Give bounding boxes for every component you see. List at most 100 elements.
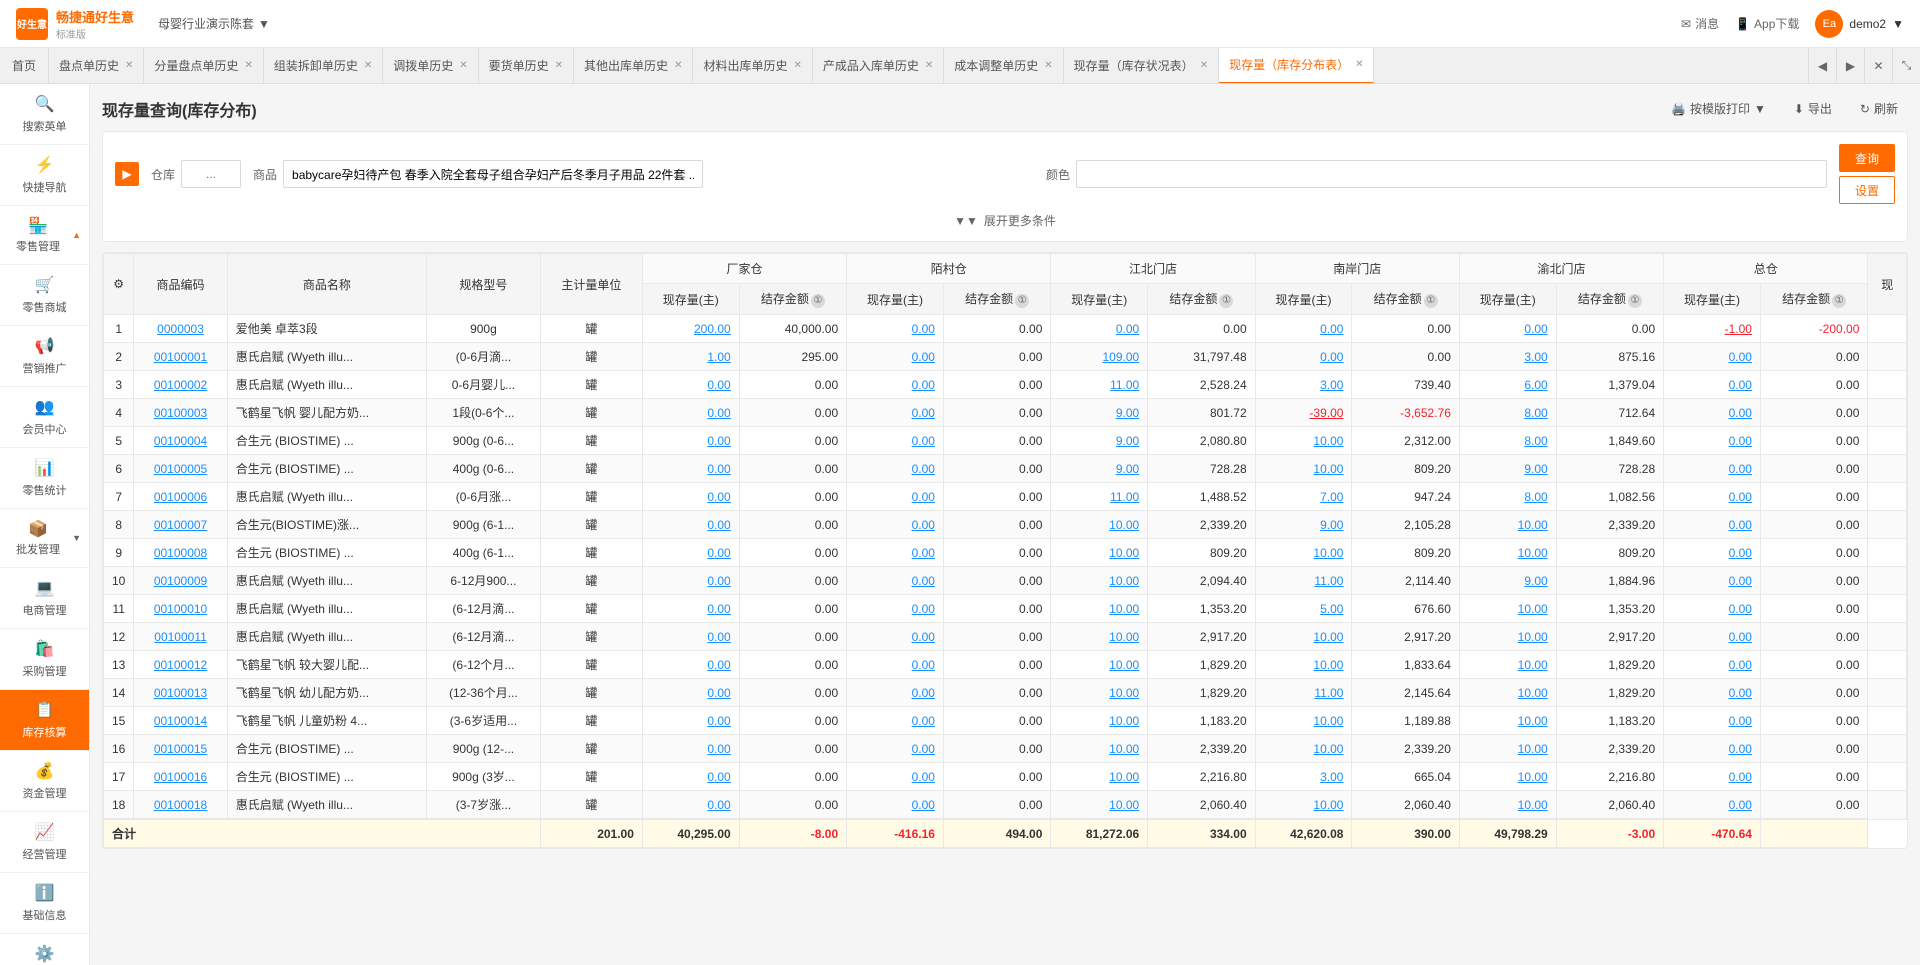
goods-input[interactable] — [283, 160, 703, 188]
tab-qtck[interactable]: 其他出库单历史 ✕ — [574, 48, 693, 84]
tab-expand-btn[interactable]: ⤡ — [1892, 48, 1920, 84]
sidebar-retail-stats-label: 零售统计 — [23, 482, 67, 498]
color-input[interactable] — [1076, 160, 1827, 188]
sidebar-item-quicknav[interactable]: ⚡ 快捷导航 — [0, 145, 89, 206]
sidebar-item-retail-mgmt[interactable]: 🏪 零售管理 ▲ — [0, 206, 89, 265]
th-mc-amt: 结存金额① — [943, 284, 1050, 315]
sidebar-basic-info-label: 基础信息 — [23, 907, 67, 923]
sidebar-item-members[interactable]: 👥 会员中心 — [0, 387, 89, 448]
table-row: 600100005合生元 (BIOSTIME) ...400g (0-6...罐… — [104, 455, 1907, 483]
th-jb-amt: 结存金额① — [1148, 284, 1255, 315]
tab-close-all-btn[interactable]: ✕ — [1864, 48, 1892, 84]
table-row: 200100001惠氏启赋 (Wyeth illu...(0-6月滴...罐1.… — [104, 343, 1907, 371]
tab-close-fpdd[interactable]: ✕ — [244, 60, 252, 71]
tab-clck[interactable]: 材料出库单历史 ✕ — [693, 48, 812, 84]
sidebar-item-retail-stats[interactable]: 📊 零售统计 — [0, 448, 89, 509]
export-btn[interactable]: ⬇ 导出 — [1784, 96, 1842, 121]
th-yb-store: 渝北门店 — [1459, 254, 1663, 284]
ecommerce-icon: 💻 — [35, 578, 55, 598]
table-row: 500100004合生元 (BIOSTIME) ...900g (0-6...罐… — [104, 427, 1907, 455]
th-zc-qty: 现存量(主) — [1664, 284, 1761, 315]
sidebar-item-operations[interactable]: 📈 经营管理 — [0, 812, 89, 873]
tab-nav-btns: ◀ ▶ ✕ ⤡ — [1808, 48, 1920, 84]
jb-amt-info[interactable]: ① — [1219, 294, 1233, 308]
quicknav-icon: ⚡ — [35, 155, 55, 175]
sidebar-item-system[interactable]: ⚙️ 系统管理 — [0, 934, 89, 965]
sidebar-item-inventory[interactable]: 📋 库存核算 — [0, 690, 89, 751]
tab-cbtz[interactable]: 成本调整单历史 ✕ — [944, 48, 1063, 84]
search-expand-btn[interactable]: ▶ — [115, 162, 139, 186]
yb-amt-info[interactable]: ① — [1628, 294, 1642, 308]
header-right: ✉ 消息 📱 App下载 查询 Ea demo2 ▼ — [1681, 10, 1904, 38]
sidebar-item-search[interactable]: 🔍 搜索英单 — [0, 84, 89, 145]
tab-close-kcqk[interactable]: ✕ — [1200, 60, 1208, 71]
tab-close-cbtz[interactable]: ✕ — [1044, 60, 1052, 71]
search-area: ▶ 仓库 商品 颜色 查询 设置 ▼▼ — [102, 131, 1908, 242]
tab-close-kcfb[interactable]: ✕ — [1355, 59, 1363, 70]
tab-next-btn[interactable]: ▶ — [1836, 48, 1864, 84]
page-title: 现存量查询(库存分布) — [102, 97, 257, 121]
th-yb-qty: 现存量(主) — [1459, 284, 1556, 315]
sidebar-item-retail-shop[interactable]: 🛒 零售商城 — [0, 265, 89, 326]
tab-close-pdd[interactable]: ✕ — [125, 60, 133, 71]
goods-field: 商品 — [253, 160, 1034, 188]
tab-close-ccrk[interactable]: ✕ — [925, 60, 933, 71]
expand-conditions-row[interactable]: ▼▼ 展开更多条件 — [115, 204, 1895, 229]
zc-amt-info[interactable]: ① — [1832, 294, 1846, 308]
sidebar-wholesale-label: 批发管理 — [16, 541, 60, 557]
tab-kcfb[interactable]: 现存量（库存分布表） ✕ — [1219, 48, 1374, 84]
retail-mgmt-icon: 🏪 — [28, 216, 48, 236]
sidebar-ecommerce-label: 电商管理 — [23, 602, 67, 618]
tab-pdd[interactable]: 盘点单历史 ✕ — [49, 48, 144, 84]
tab-close-dbod[interactable]: ✕ — [459, 60, 467, 71]
tab-close-clck[interactable]: ✕ — [793, 60, 801, 71]
search-btn[interactable]: 查询 — [1839, 144, 1895, 172]
tab-zzcx[interactable]: 组装拆卸单历史 ✕ — [264, 48, 383, 84]
tab-ccrk[interactable]: 产成品入库单历史 ✕ — [813, 48, 944, 84]
refresh-btn[interactable]: ↻ 刷新 — [1850, 96, 1908, 121]
setting-btn[interactable]: 设置 — [1839, 176, 1895, 204]
cy-amt-info[interactable]: ① — [811, 294, 825, 308]
sidebar-item-purchase[interactable]: 🛍️ 采购管理 — [0, 629, 89, 690]
app-icon: 📱 — [1735, 17, 1750, 31]
table-row: 700100006惠氏启赋 (Wyeth illu...(0-6月涨...罐0.… — [104, 483, 1907, 511]
app-download-btn[interactable]: 📱 App下载 — [1735, 15, 1799, 32]
user-area[interactable]: 查询 Ea demo2 ▼ — [1815, 10, 1904, 38]
sidebar-members-label: 会员中心 — [23, 421, 67, 437]
tab-close-zzcx[interactable]: ✕ — [364, 60, 372, 71]
tab-kcqk[interactable]: 现存量（库存状况表） ✕ — [1064, 48, 1219, 84]
print-btn[interactable]: 🖨️ 按模版打印 ▼ — [1661, 96, 1776, 121]
tab-dbod[interactable]: 调拨单历史 ✕ — [383, 48, 478, 84]
sidebar-finance-label: 资金管理 — [23, 785, 67, 801]
expand-label: 展开更多条件 — [984, 212, 1056, 229]
warehouse-input[interactable] — [181, 160, 241, 188]
system-icon: ⚙️ — [35, 944, 55, 964]
sidebar-item-marketing[interactable]: 📢 营销推广 — [0, 326, 89, 387]
table-row: 1600100015合生元 (BIOSTIME) ...900g (12-...… — [104, 735, 1907, 763]
export-icon: ⬇ — [1794, 102, 1804, 116]
table-row: 800100007合生元(BIOSTIME)涨...900g (6-1...罐0… — [104, 511, 1907, 539]
table-row: 1500100014飞鹤星飞帆 儿童奶粉 4...(3-6岁适用...罐0.00… — [104, 707, 1907, 735]
tab-fpdd[interactable]: 分量盘点单历史 ✕ — [144, 48, 263, 84]
sidebar-item-ecommerce[interactable]: 💻 电商管理 — [0, 568, 89, 629]
sidebar-item-finance[interactable]: 💰 资金管理 — [0, 751, 89, 812]
username: demo2 — [1849, 17, 1886, 31]
color-field: 颜色 — [1046, 160, 1827, 188]
table-container: ⚙ 商品编码 商品名称 规格型号 主计量单位 厂家仓 陌村仓 江北门店 南岸门店… — [102, 252, 1908, 849]
tab-prev-btn[interactable]: ◀ — [1808, 48, 1836, 84]
th-spec: 规格型号 — [427, 254, 541, 315]
sidebar-item-basic-info[interactable]: ℹ️ 基础信息 — [0, 873, 89, 934]
tab-close-qtck[interactable]: ✕ — [674, 60, 682, 71]
sidebar-item-wholesale[interactable]: 📦 批发管理 ▼ — [0, 509, 89, 568]
tab-close-yhod[interactable]: ✕ — [555, 60, 563, 71]
tab-yhod[interactable]: 要货单历史 ✕ — [479, 48, 574, 84]
th-settings[interactable]: ⚙ — [104, 254, 134, 315]
message-btn[interactable]: ✉ 消息 — [1681, 15, 1719, 32]
main-content: 现存量查询(库存分布) 🖨️ 按模版打印 ▼ ⬇ 导出 ↻ 刷新 — [90, 84, 1920, 965]
th-cy-amt: 结存金额① — [739, 284, 846, 315]
sidebar-retail-label: 零售管理 — [16, 238, 60, 254]
na-amt-info[interactable]: ① — [1424, 294, 1438, 308]
tab-home[interactable]: 首页 — [0, 48, 49, 84]
industry-selector[interactable]: 母婴行业演示陈套 ▼ — [158, 15, 270, 32]
mc-amt-info[interactable]: ① — [1015, 294, 1029, 308]
